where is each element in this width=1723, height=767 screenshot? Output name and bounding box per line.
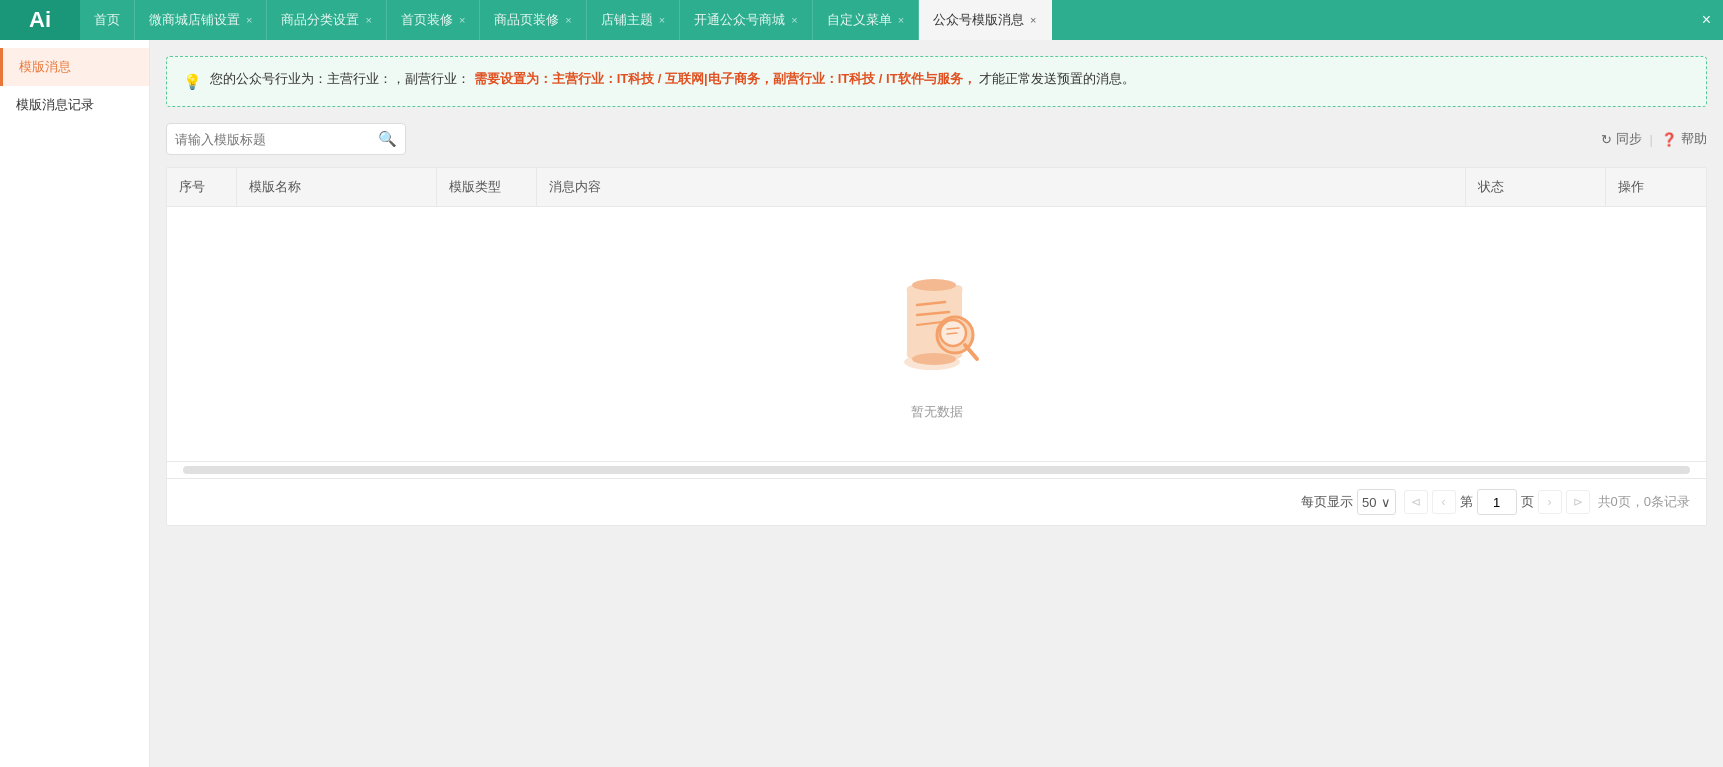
prev-page-button[interactable]: ‹ (1432, 490, 1456, 514)
close-all-button[interactable]: × (1690, 11, 1723, 29)
notice-text: 您的公众号行业为：主营行业：，副营行业： 需要设置为：主营行业：IT科技 / 互… (210, 69, 1135, 90)
close-tab-product-dec[interactable]: × (565, 14, 571, 26)
help-label: 帮助 (1681, 130, 1707, 148)
col-header-type: 模版类型 (437, 168, 537, 206)
content-area: 💡 您的公众号行业为：主营行业：，副营行业： 需要设置为：主营行业：IT科技 /… (150, 40, 1723, 767)
svg-point-1 (912, 279, 956, 291)
help-icon: ❓ (1661, 132, 1677, 147)
nav-tab-home[interactable]: 首页 (80, 0, 135, 40)
page-navigation: ⊲ ‹ 第 页 › ⊳ (1404, 489, 1590, 515)
sidebar: 模版消息模版消息记录 (0, 40, 150, 767)
col-header-name: 模版名称 (237, 168, 437, 206)
svg-line-9 (947, 328, 959, 329)
search-input[interactable] (175, 132, 378, 147)
empty-state: 暂无数据 (167, 207, 1706, 461)
close-tab-open-mall[interactable]: × (791, 14, 797, 26)
nav-tabs: 首页微商城店铺设置×商品分类设置×首页装修×商品页装修×店铺主题×开通公众号商城… (80, 0, 1690, 40)
page-total: 共0页，0条记录 (1598, 493, 1690, 511)
empty-illustration (877, 267, 997, 387)
search-button[interactable]: 🔍 (378, 130, 397, 148)
page-size-value: 50 (1362, 495, 1376, 510)
sync-icon: ↻ (1601, 132, 1612, 147)
sidebar-item-template-msg[interactable]: 模版消息 (0, 48, 149, 86)
data-table: 序号 模版名称 模版类型 消息内容 状态 操作 (166, 167, 1707, 526)
nav-tab-category[interactable]: 商品分类设置× (267, 0, 386, 40)
page-size-dropdown[interactable]: 50 ∨ (1357, 489, 1395, 515)
search-input-wrap[interactable]: 🔍 (166, 123, 406, 155)
sync-button[interactable]: ↻ 同步 (1601, 130, 1642, 148)
current-page-input[interactable] (1477, 489, 1517, 515)
close-tab-template-msg[interactable]: × (1030, 14, 1036, 26)
col-header-status: 状态 (1466, 168, 1606, 206)
sync-label: 同步 (1616, 130, 1642, 148)
notice-banner: 💡 您的公众号行业为：主营行业：，副营行业： 需要设置为：主营行业：IT科技 /… (166, 56, 1707, 107)
nav-tab-custom-menu[interactable]: 自定义菜单× (813, 0, 919, 40)
toolbar-right: ↻ 同步 | ❓ 帮助 (1601, 130, 1707, 148)
close-tab-shop-theme[interactable]: × (659, 14, 665, 26)
nav-tab-shop-theme[interactable]: 店铺主题× (587, 0, 680, 40)
nav-tab-template-msg[interactable]: 公众号模版消息× (919, 0, 1051, 40)
nav-tab-open-mall[interactable]: 开通公众号商城× (680, 0, 812, 40)
close-tab-homepage-dec[interactable]: × (459, 14, 465, 26)
col-header-action: 操作 (1606, 168, 1706, 206)
help-button[interactable]: ❓ 帮助 (1661, 130, 1707, 148)
brand-logo: Ai (0, 0, 80, 40)
nav-tab-product-dec[interactable]: 商品页装修× (480, 0, 586, 40)
table-header: 序号 模版名称 模版类型 消息内容 状态 操作 (167, 168, 1706, 207)
page-size-label: 每页显示 (1301, 493, 1353, 511)
svg-line-8 (965, 345, 977, 359)
close-tab-wechat-shop[interactable]: × (246, 14, 252, 26)
notice-highlight: 需要设置为：主营行业：IT科技 / 互联网|电子商务，副营行业：IT科技 / I… (474, 71, 976, 86)
sidebar-item-template-msg-record[interactable]: 模版消息记录 (0, 86, 149, 124)
last-page-button[interactable]: ⊳ (1566, 490, 1590, 514)
page-size-select: 每页显示 50 ∨ (1301, 489, 1395, 515)
search-row: 🔍 ↻ 同步 | ❓ 帮助 (166, 123, 1707, 155)
main-layout: 模版消息模版消息记录 💡 您的公众号行业为：主营行业：，副营行业： 需要设置为：… (0, 40, 1723, 767)
close-tab-category[interactable]: × (365, 14, 371, 26)
next-page-button[interactable]: › (1538, 490, 1562, 514)
first-page-button[interactable]: ⊲ (1404, 490, 1428, 514)
close-tab-custom-menu[interactable]: × (898, 14, 904, 26)
empty-text: 暂无数据 (911, 403, 963, 421)
page-suffix: 页 (1521, 493, 1534, 511)
svg-point-2 (912, 353, 956, 365)
top-nav-bar: Ai 首页微商城店铺设置×商品分类设置×首页装修×商品页装修×店铺主题×开通公众… (0, 0, 1723, 40)
col-header-seq: 序号 (167, 168, 237, 206)
col-header-content: 消息内容 (537, 168, 1466, 206)
svg-line-10 (947, 333, 957, 334)
toolbar-divider: | (1650, 132, 1653, 147)
scrollbar-row (167, 461, 1706, 478)
pagination: 每页显示 50 ∨ ⊲ ‹ 第 页 › ⊳ 共0页，0条记录 (167, 478, 1706, 525)
nav-tab-homepage-dec[interactable]: 首页装修× (387, 0, 480, 40)
horizontal-scrollbar[interactable] (183, 466, 1690, 474)
nav-tab-wechat-shop[interactable]: 微商城店铺设置× (135, 0, 267, 40)
page-prefix: 第 (1460, 493, 1473, 511)
page-size-chevron: ∨ (1381, 495, 1391, 510)
notice-icon: 💡 (183, 70, 202, 94)
